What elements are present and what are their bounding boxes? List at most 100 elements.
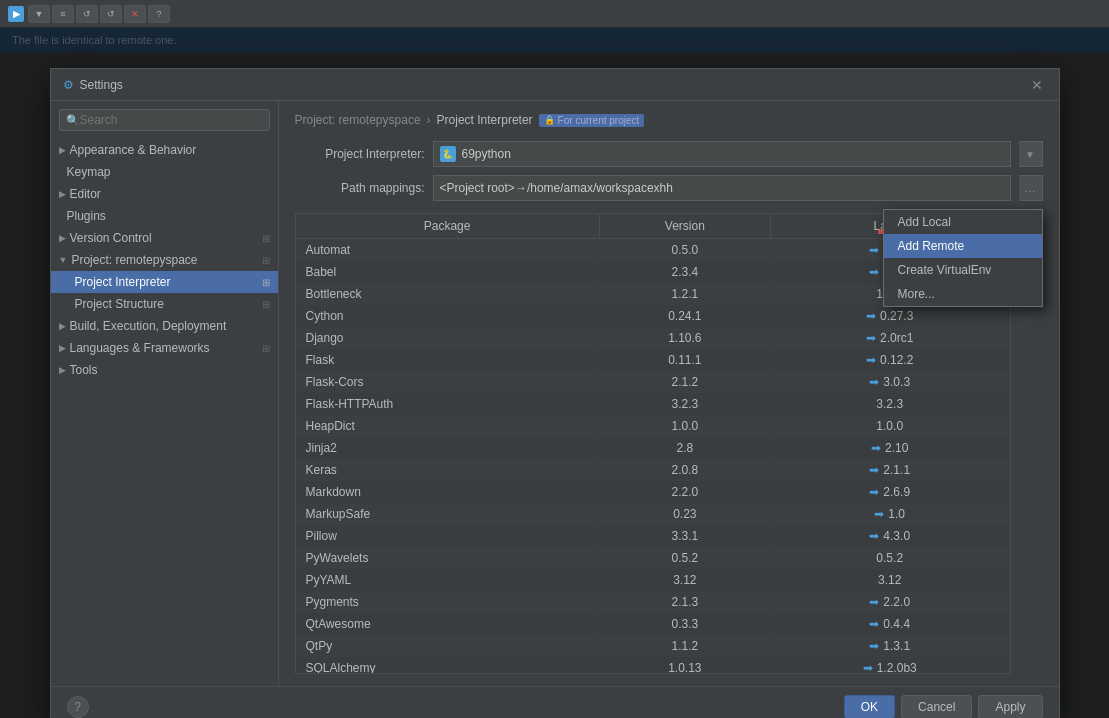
table-row[interactable]: HeapDict1.0.01.0.0 xyxy=(296,415,1010,437)
sync-btn[interactable]: ↺ xyxy=(100,5,122,23)
top-bar: ▶ ▼ ≡ ↺ ↺ ✕ ? xyxy=(0,0,1109,28)
breadcrumb-sep: › xyxy=(427,113,431,127)
cancel-button[interactable]: Cancel xyxy=(901,695,972,718)
sidebar-item-project-interpreter[interactable]: Project Interpreter ⊞ xyxy=(51,271,278,293)
dropdown-btn[interactable]: ▼ xyxy=(28,5,50,23)
interpreter-input[interactable]: 🐍 69python xyxy=(433,141,1011,167)
package-latest: ➡0.27.3 xyxy=(770,305,1009,327)
table-row[interactable]: Keras2.0.8➡2.1.1 xyxy=(296,459,1010,481)
sidebar-item-tools[interactable]: ▶ Tools xyxy=(51,359,278,381)
package-name: QtPy xyxy=(296,635,600,657)
package-version: 0.5.2 xyxy=(599,547,770,569)
ok-button[interactable]: OK xyxy=(844,695,895,718)
table-row[interactable]: PyWavelets0.5.20.5.2 xyxy=(296,547,1010,569)
search-box[interactable]: 🔍 xyxy=(59,109,270,131)
breadcrumb-badge: 🔒 For current project xyxy=(539,114,645,127)
menu-more[interactable]: More... xyxy=(884,282,1042,306)
sidebar-item-plugins[interactable]: Plugins xyxy=(51,205,278,227)
menu-item-label: Add Local xyxy=(898,215,951,229)
dialog-title: ⚙ Settings xyxy=(63,78,123,92)
table-row[interactable]: MarkupSafe0.23➡1.0 xyxy=(296,503,1010,525)
package-name: Cython xyxy=(296,305,600,327)
package-name: Keras xyxy=(296,459,600,481)
package-name: Pillow xyxy=(296,525,600,547)
interpreter-dropdown-menu: Add Local Add Remote Create VirtualEnv M… xyxy=(883,209,1043,307)
package-version: 2.2.0 xyxy=(599,481,770,503)
dialog-close-button[interactable]: ✕ xyxy=(1027,75,1047,95)
table-row[interactable]: Flask-HTTPAuth3.2.33.2.3 xyxy=(296,393,1010,415)
upgrade-arrow-icon: ➡ xyxy=(869,529,879,543)
table-row[interactable]: Markdown2.2.0➡2.6.9 xyxy=(296,481,1010,503)
app-icon: ▶ xyxy=(8,6,24,22)
package-version: 3.2.3 xyxy=(599,393,770,415)
package-latest: 0.5.2 xyxy=(770,547,1009,569)
menu-create-virtualenv[interactable]: Create VirtualEnv xyxy=(884,258,1042,282)
main-content: Project: remotepyspace › Project Interpr… xyxy=(279,101,1059,686)
path-input[interactable]: <Project root>→/home/amax/workspacexhh xyxy=(433,175,1011,201)
path-value: <Project root>→/home/amax/workspacexhh xyxy=(440,181,673,195)
help-top-btn[interactable]: ? xyxy=(148,5,170,23)
package-version: 0.23 xyxy=(599,503,770,525)
sidebar-item-languages[interactable]: ▶ Languages & Frameworks ⊞ xyxy=(51,337,278,359)
package-latest: ➡1.3.1 xyxy=(770,635,1009,657)
sidebar-item-project[interactable]: ▼ Project: remotepyspace ⊞ xyxy=(51,249,278,271)
col-version[interactable]: Version xyxy=(599,214,770,239)
table-row[interactable]: QtAwesome0.3.3➡0.4.4 xyxy=(296,613,1010,635)
table-row[interactable]: Pygments2.1.3➡2.2.0 xyxy=(296,591,1010,613)
sidebar-item-vcs[interactable]: ▶ Version Control ⊞ xyxy=(51,227,278,249)
sidebar-item-label: Keymap xyxy=(67,165,111,179)
table-row[interactable]: SQLAlchemy1.0.13➡1.2.0b3 xyxy=(296,657,1010,674)
menu-add-local[interactable]: Add Local xyxy=(884,210,1042,234)
sidebar-item-project-structure[interactable]: Project Structure ⊞ xyxy=(51,293,278,315)
package-version: 0.5.0 xyxy=(599,239,770,262)
package-name: Pygments xyxy=(296,591,600,613)
sidebar-item-appearance[interactable]: ▶ Appearance & Behavior xyxy=(51,139,278,161)
expand-icon: ▼ xyxy=(59,255,68,265)
sidebar-item-keymap[interactable]: Keymap xyxy=(51,161,278,183)
package-version: 2.1.3 xyxy=(599,591,770,613)
menu-item-label: More... xyxy=(898,287,935,301)
package-version: 0.11.1 xyxy=(599,349,770,371)
sidebar-item-editor[interactable]: ▶ Editor xyxy=(51,183,278,205)
package-name: PyWavelets xyxy=(296,547,600,569)
sidebar-item-label: Plugins xyxy=(67,209,106,223)
package-latest: ➡3.0.3 xyxy=(770,371,1009,393)
sidebar-item-label: Appearance & Behavior xyxy=(70,143,197,157)
path-edit-btn[interactable]: … xyxy=(1019,175,1043,201)
package-latest: ➡4.3.0 xyxy=(770,525,1009,547)
config-icon: ⊞ xyxy=(262,277,270,288)
col-package[interactable]: Package xyxy=(296,214,600,239)
table-row[interactable]: Flask0.11.1➡0.12.2 xyxy=(296,349,1010,371)
help-button[interactable]: ? xyxy=(67,696,89,718)
footer-right: OK Cancel Apply xyxy=(844,695,1043,718)
interpreter-label: Project Interpreter: xyxy=(295,147,425,161)
table-row[interactable]: Pillow3.3.1➡4.3.0 xyxy=(296,525,1010,547)
refresh-btn[interactable]: ↺ xyxy=(76,5,98,23)
upgrade-arrow-icon: ➡ xyxy=(869,617,879,631)
search-input[interactable] xyxy=(80,113,263,127)
upgrade-arrow-icon: ➡ xyxy=(869,595,879,609)
table-row[interactable]: Cython0.24.1➡0.27.3 xyxy=(296,305,1010,327)
expand-icon: ▶ xyxy=(59,145,66,155)
table-row[interactable]: PyYAML3.123.12 xyxy=(296,569,1010,591)
table-row[interactable]: Jinja22.8➡2.10 xyxy=(296,437,1010,459)
table-row[interactable]: Django1.10.6➡2.0rc1 xyxy=(296,327,1010,349)
table-row[interactable]: Flask-Cors2.1.2➡3.0.3 xyxy=(296,371,1010,393)
package-version: 3.12 xyxy=(599,569,770,591)
sidebar-item-label: Languages & Frameworks xyxy=(70,341,210,355)
table-row[interactable]: QtPy1.1.2➡1.3.1 xyxy=(296,635,1010,657)
upgrade-arrow-icon: ➡ xyxy=(866,331,876,345)
toolbar-buttons: ▼ ≡ ↺ ↺ ✕ ? xyxy=(28,5,170,23)
package-version: 1.2.1 xyxy=(599,283,770,305)
sidebar-item-label: Tools xyxy=(70,363,98,377)
menu-add-remote[interactable]: Add Remote xyxy=(884,234,1042,258)
interpreter-dropdown-btn[interactable]: ▼ xyxy=(1019,141,1043,167)
stop-btn[interactable]: ✕ xyxy=(124,5,146,23)
package-latest: 1.0.0 xyxy=(770,415,1009,437)
python-icon: 🐍 xyxy=(440,146,456,162)
apply-button[interactable]: Apply xyxy=(978,695,1042,718)
sidebar-item-build[interactable]: ▶ Build, Execution, Deployment xyxy=(51,315,278,337)
package-name: Jinja2 xyxy=(296,437,600,459)
config-icon: ⊞ xyxy=(262,233,270,244)
menu-btn[interactable]: ≡ xyxy=(52,5,74,23)
